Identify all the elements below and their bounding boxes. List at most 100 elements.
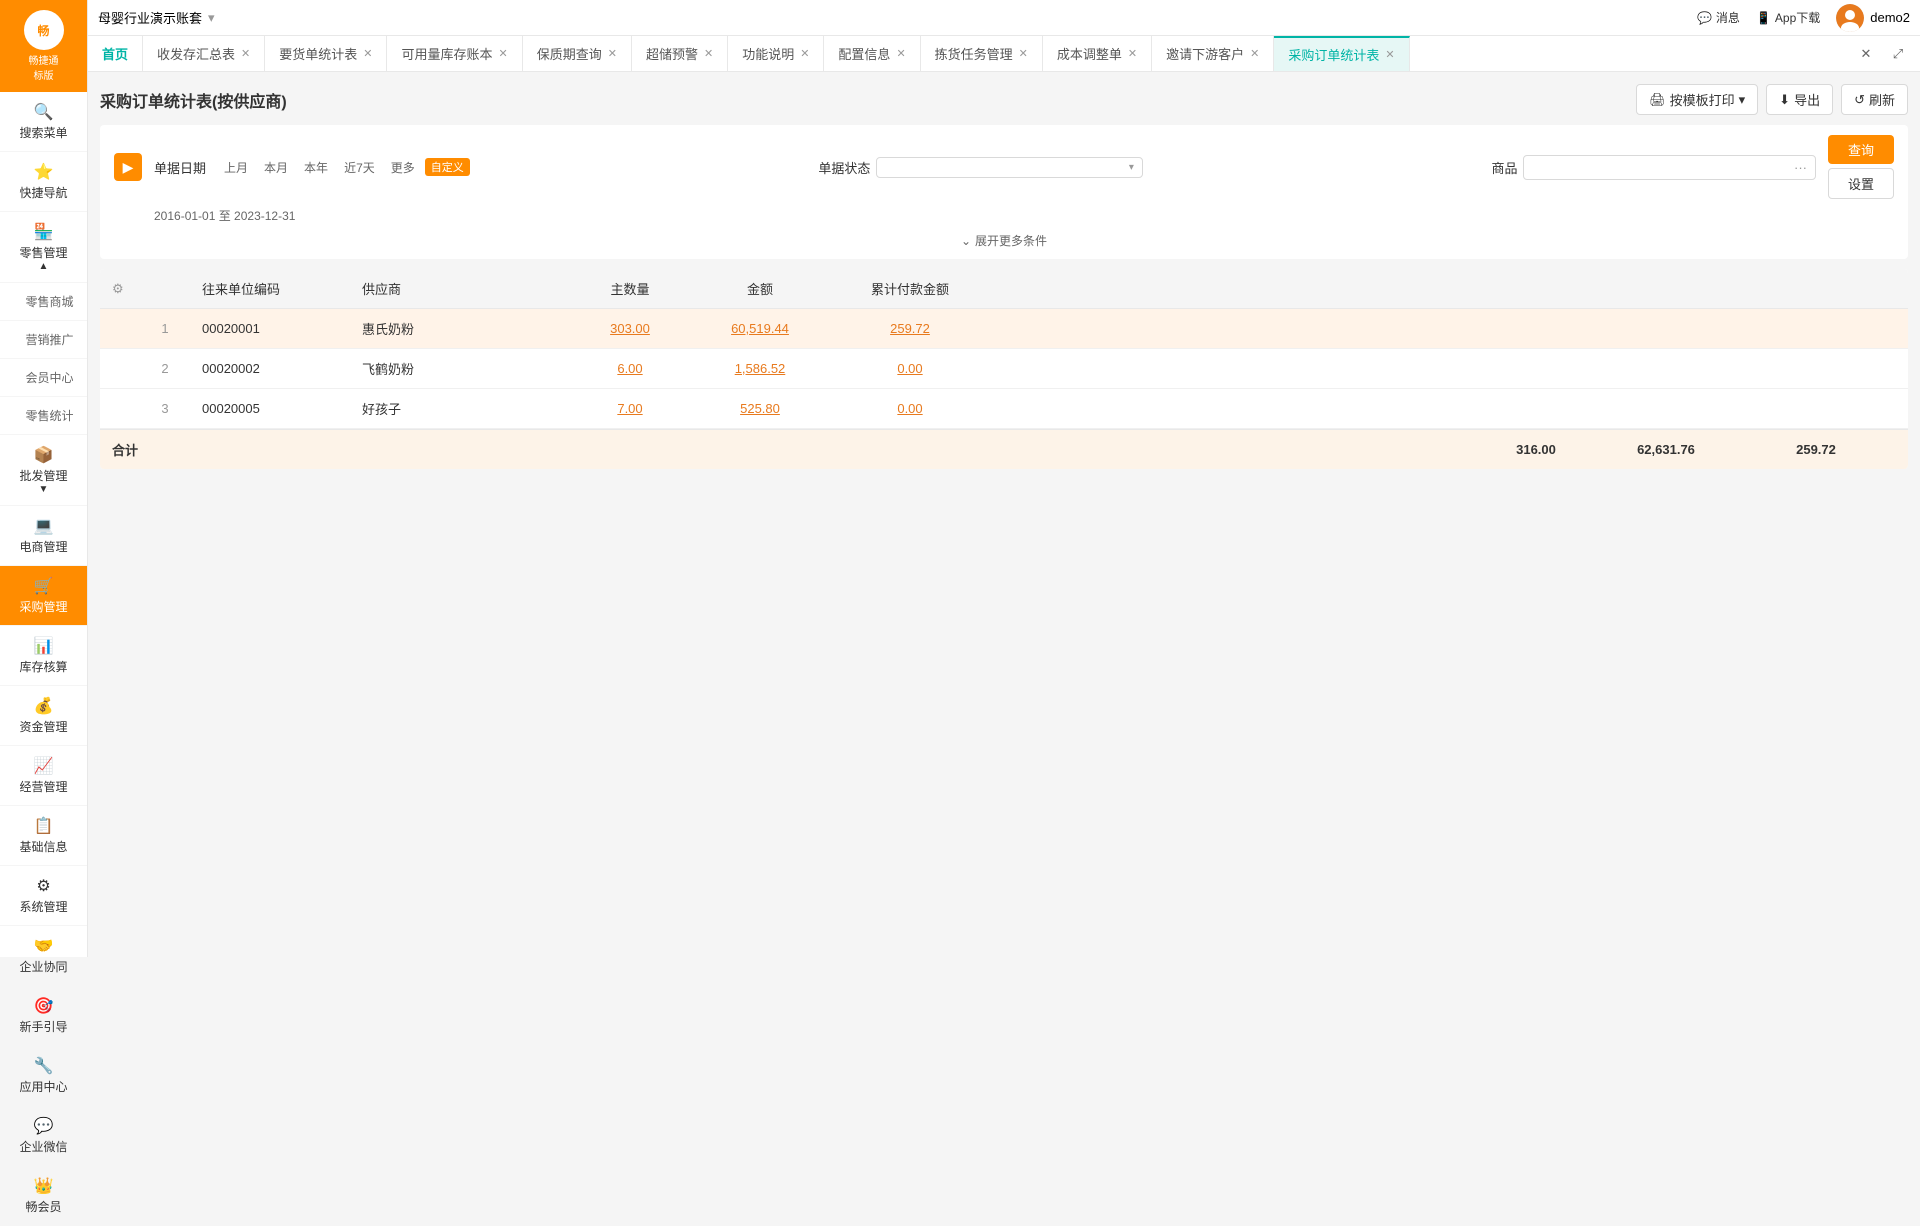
row3-amount[interactable]: 525.80 — [690, 389, 830, 429]
sidebar-item-retail-shop[interactable]: 零售商城 — [0, 283, 87, 321]
sidebar-item-system[interactable]: ⚙ 系统管理 — [0, 866, 87, 926]
logo-area: 畅 畅捷通 标版 — [0, 0, 87, 92]
sidebar-label-batch: 批发管理 — [19, 467, 67, 484]
shortcut-this-year[interactable]: 本年 — [298, 157, 334, 178]
sidebar-label-vip: 畅会员 — [25, 1198, 61, 1215]
tab-chaochao[interactable]: 超储预警 ✕ — [632, 36, 728, 72]
message-button[interactable]: 💬 消息 — [1697, 9, 1740, 26]
sidebar-item-enterprise[interactable]: 🤝 企业协同 — [0, 926, 87, 986]
query-button[interactable]: 查询 — [1828, 135, 1894, 164]
sidebar-item-operation[interactable]: 📈 经营管理 — [0, 746, 87, 806]
expand-more-button[interactable]: ⌄ 展开更多条件 — [961, 232, 1047, 249]
table-footer: 合计 316.00 62,631.76 259.72 — [100, 429, 1908, 469]
operation-icon: 📈 — [34, 756, 54, 776]
page-header: 采购订单统计表(按供应商) 🖨 按模板打印 ▾ ⬇ 导出 ↺ 刷新 — [100, 84, 1908, 115]
settings-button[interactable]: 设置 — [1828, 168, 1894, 199]
custom-date-badge[interactable]: 自定义 — [425, 158, 470, 176]
settings-gear-icon[interactable]: ⚙ — [112, 281, 124, 297]
tab-home[interactable]: 首页 — [88, 36, 143, 72]
logo-icon: 畅 — [24, 10, 64, 50]
tab-peizhi[interactable]: 配置信息 ✕ — [824, 36, 920, 72]
row2-qty[interactable]: 6.00 — [570, 349, 690, 389]
footer-qty: 316.00 — [1476, 442, 1596, 457]
th-extra — [990, 269, 1908, 309]
tab-caigou[interactable]: 采购订单统计表 ✕ — [1274, 36, 1409, 72]
sidebar-item-batch[interactable]: 📦 批发管理 ▼ — [0, 435, 87, 506]
shortcut-last-month[interactable]: 上月 — [218, 157, 254, 178]
page-title: 采购订单统计表(按供应商) — [100, 88, 287, 112]
app-download-button[interactable]: 📱 App下载 — [1756, 9, 1820, 26]
sidebar-label-finance: 资金管理 — [19, 718, 67, 735]
sidebar-item-marketing[interactable]: 营销推广 — [0, 321, 87, 359]
sidebar-item-purchase[interactable]: 🛒 采购管理 — [0, 566, 87, 626]
tab-chengben[interactable]: 成本调整单 ✕ — [1043, 36, 1152, 72]
sidebar-label-member: 会员中心 — [25, 369, 73, 386]
sidebar-item-newguide[interactable]: 🎯 新手引导 — [0, 986, 87, 1046]
filter-row-1: ▶ 单据日期 上月 本月 本年 近7天 更多 自定义 单据状态 ▾ — [114, 135, 1894, 199]
row1-amount[interactable]: 60,519.44 — [690, 309, 830, 349]
sidebar-item-retail-stat[interactable]: 零售统计 — [0, 397, 87, 435]
sidebar-item-inventory[interactable]: 📊 库存核算 — [0, 626, 87, 686]
sidebar-item-search[interactable]: 🔍 搜索菜单 — [0, 92, 87, 152]
tab-gongneng[interactable]: 功能说明 ✕ — [728, 36, 824, 72]
shortcut-7days[interactable]: 近7天 — [338, 157, 381, 178]
row2-amount[interactable]: 1,586.52 — [690, 349, 830, 389]
row1-paid[interactable]: 259.72 — [830, 309, 990, 349]
goods-input[interactable]: ··· — [1523, 155, 1816, 180]
shortcut-more[interactable]: 更多 — [385, 157, 421, 178]
expand-icon: ⌄ — [961, 234, 971, 248]
row1-qty[interactable]: 303.00 — [570, 309, 690, 349]
tab-close-all-button[interactable]: ✕ — [1852, 40, 1880, 68]
table-row: 2 00020002 飞鹤奶粉 6.00 1,586.52 0.00 — [100, 349, 1908, 389]
filter-area: ▶ 单据日期 上月 本月 本年 近7天 更多 自定义 单据状态 ▾ — [100, 125, 1908, 259]
row3-paid[interactable]: 0.00 — [830, 389, 990, 429]
tab-tuohuo-close[interactable]: ✕ — [1019, 47, 1028, 60]
sidebar-item-wechat[interactable]: 💬 企业微信 — [0, 1106, 87, 1166]
print-button[interactable]: 🖨 按模板打印 ▾ — [1636, 84, 1758, 115]
topbar: 母婴行业演示账套 ▾ 💬 消息 📱 App下载 demo2 — [88, 0, 1920, 36]
row3-code: 00020005 — [190, 389, 350, 429]
tab-tuohuo[interactable]: 拣货任务管理 ✕ — [921, 36, 1043, 72]
tab-shoufahu-close[interactable]: ✕ — [241, 47, 250, 60]
tab-caigou-close[interactable]: ✕ — [1385, 48, 1394, 61]
sidebar-label-enterprise: 企业协同 — [19, 958, 67, 975]
row3-qty[interactable]: 7.00 — [570, 389, 690, 429]
tabbar: 首页 收发存汇总表 ✕ 要货单统计表 ✕ 可用量库存账本 ✕ 保质期查询 ✕ 超… — [88, 36, 1920, 72]
sidebar-item-ecom[interactable]: 💻 电商管理 — [0, 506, 87, 566]
sidebar-item-finance[interactable]: 💰 资金管理 — [0, 686, 87, 746]
tab-gongneng-close[interactable]: ✕ — [800, 47, 809, 60]
tab-yaohuo[interactable]: 要货单统计表 ✕ — [265, 36, 387, 72]
refresh-button[interactable]: ↺ 刷新 — [1841, 84, 1908, 115]
sidebar-item-retail[interactable]: 🏪 零售管理 ▲ — [0, 212, 87, 283]
sidebar-item-appcenter[interactable]: 🔧 应用中心 — [0, 1046, 87, 1106]
company-dropdown-icon[interactable]: ▾ — [208, 10, 215, 26]
shortcut-this-month[interactable]: 本月 — [258, 157, 294, 178]
sidebar-item-basic[interactable]: 📋 基础信息 — [0, 806, 87, 866]
user-menu[interactable]: demo2 — [1836, 4, 1910, 32]
tab-yaohuo-close[interactable]: ✕ — [363, 47, 372, 60]
th-settings[interactable]: ⚙ — [100, 269, 140, 309]
tab-peizhi-close[interactable]: ✕ — [896, 47, 905, 60]
tab-chaochao-close[interactable]: ✕ — [704, 47, 713, 60]
tab-baozhi[interactable]: 保质期查询 ✕ — [523, 36, 632, 72]
tab-baozhi-close[interactable]: ✕ — [608, 47, 617, 60]
tab-yaoqing-close[interactable]: ✕ — [1250, 47, 1259, 60]
export-icon: ⬇ — [1779, 92, 1790, 108]
sidebar-item-quick[interactable]: ⭐ 快捷导航 — [0, 152, 87, 212]
status-dropdown[interactable]: ▾ — [876, 157, 1143, 178]
th-supplier: 供应商 — [350, 269, 570, 309]
sidebar-item-member[interactable]: 会员中心 — [0, 359, 87, 397]
tab-expand-button[interactable]: ⤢ — [1884, 40, 1912, 68]
app-download-label: App下载 — [1775, 9, 1820, 26]
row2-paid[interactable]: 0.00 — [830, 349, 990, 389]
tab-keyong-close[interactable]: ✕ — [499, 47, 508, 60]
export-button[interactable]: ⬇ 导出 — [1766, 84, 1833, 115]
batch-icon: 📦 — [34, 445, 54, 465]
tab-keyong[interactable]: 可用量库存账本 ✕ — [387, 36, 522, 72]
status-label: 单据状态 — [818, 158, 870, 177]
filter-toggle-button[interactable]: ▶ — [114, 153, 142, 181]
tab-yaoqing[interactable]: 邀请下游客户 ✕ — [1152, 36, 1274, 72]
tab-chengben-close[interactable]: ✕ — [1128, 47, 1137, 60]
tab-shoufahu[interactable]: 收发存汇总表 ✕ — [143, 36, 265, 72]
sidebar-item-vip[interactable]: 👑 畅会员 — [0, 1166, 87, 1226]
